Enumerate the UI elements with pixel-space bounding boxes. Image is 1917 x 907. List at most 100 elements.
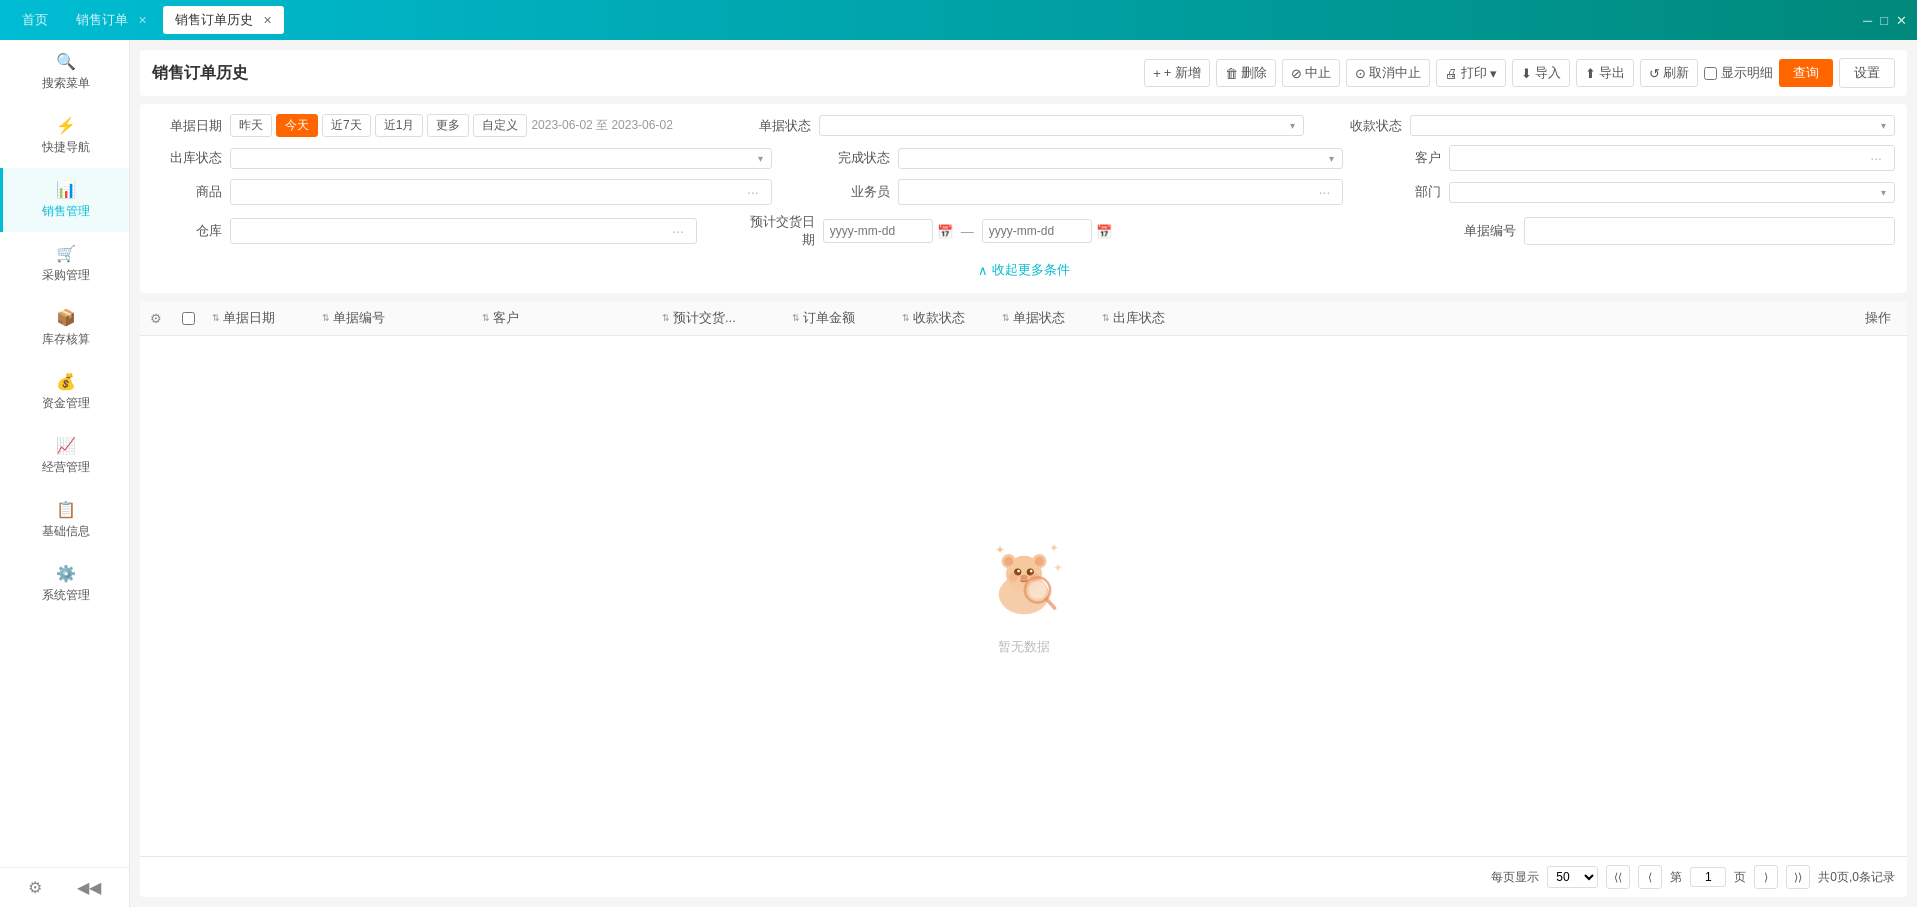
sidebar-item-quick-nav-label: 快捷导航	[42, 139, 90, 156]
department-arrow: ▾	[1881, 187, 1886, 198]
th-warehouse-status: ⇅ 出库状态	[1094, 309, 1194, 327]
add-button[interactable]: + + 新增	[1144, 59, 1210, 87]
sort-icon-customer[interactable]: ⇅	[482, 313, 490, 323]
query-button[interactable]: 查询	[1779, 59, 1833, 87]
voucher-status-select[interactable]: ▾	[819, 115, 1304, 136]
settings-button[interactable]: 设置	[1839, 58, 1895, 88]
date-more-btn[interactable]: 更多	[427, 114, 469, 137]
maximize-icon[interactable]: □	[1880, 13, 1888, 28]
collapse-button[interactable]: ∧ 收起更多条件	[978, 257, 1070, 283]
salesperson-select-btn[interactable]: ···	[1315, 184, 1335, 200]
expected-delivery-to-input[interactable]	[982, 219, 1092, 243]
th-order-status: ⇅ 单据状态	[994, 309, 1094, 327]
tab-home[interactable]: 首页	[10, 6, 60, 34]
page-label: 页	[1734, 869, 1746, 886]
display-detail-checkbox[interactable]: 显示明细	[1704, 64, 1773, 82]
basic-info-icon: 📋	[56, 500, 76, 519]
th-settings: ⚙	[140, 311, 172, 326]
sort-icon[interactable]: ⇅	[212, 313, 220, 323]
import-button[interactable]: ⬇ 导入	[1512, 59, 1570, 87]
sidebar-item-sales-mgmt[interactable]: 📊 销售管理	[0, 168, 129, 232]
refresh-button[interactable]: ↺ 刷新	[1640, 59, 1698, 87]
th-date: ⇅ 单据日期	[204, 309, 314, 327]
calendar-from-icon[interactable]: 📅	[937, 224, 953, 239]
main-layout: 🔍 搜索菜单 ⚡ 快捷导航 📊 销售管理 🛒 采购管理 📦 库存核算 💰 资金管…	[0, 40, 1917, 907]
sidebar-item-purchase-mgmt-label: 采购管理	[42, 267, 90, 284]
sidebar-item-quick-nav[interactable]: ⚡ 快捷导航	[0, 104, 129, 168]
date-custom-btn[interactable]: 自定义	[473, 114, 527, 137]
sidebar-item-purchase-mgmt[interactable]: 🛒 采购管理	[0, 232, 129, 296]
per-page-select[interactable]: 20 50 100 200	[1547, 866, 1598, 888]
print-button[interactable]: 🖨 打印 ▾	[1436, 59, 1506, 87]
tab-sales-order-history[interactable]: 销售订单历史 ✕	[163, 6, 284, 34]
tab-sales-order-history-close[interactable]: ✕	[263, 14, 272, 27]
product-select-btn[interactable]: ···	[743, 184, 763, 200]
tab-home-label: 首页	[22, 11, 48, 29]
calendar-to-icon[interactable]: 📅	[1096, 224, 1112, 239]
sidebar-item-inventory-label: 库存核算	[42, 331, 90, 348]
warehouse-select-btn[interactable]: ···	[668, 223, 688, 239]
date-yesterday-btn[interactable]: 昨天	[230, 114, 272, 137]
content-area: 销售订单历史 + + 新增 🗑 删除 ⊘ 中止 ⊙ 取消中止	[130, 40, 1917, 907]
display-detail-input[interactable]	[1704, 67, 1717, 80]
customer-select-btn[interactable]: ···	[1866, 150, 1886, 166]
svg-text:✦: ✦	[1052, 561, 1062, 574]
prev-page-btn[interactable]: ⟨	[1638, 865, 1662, 889]
voucher-date-label: 单据日期	[152, 117, 222, 135]
tab-sales-order[interactable]: 销售订单 ✕	[64, 6, 159, 34]
department-select[interactable]: ▾	[1449, 182, 1895, 203]
tab-sales-order-close[interactable]: ✕	[138, 14, 147, 27]
delivery-status-select[interactable]: ▾	[230, 148, 772, 169]
table-settings-icon[interactable]: ⚙	[150, 311, 162, 326]
sort-icon-delivery[interactable]: ⇅	[662, 313, 670, 323]
warehouse-label: 仓库	[152, 222, 222, 240]
next-page-btn[interactable]: ⟩	[1754, 865, 1778, 889]
svg-point-4	[1004, 557, 1013, 566]
sidebar-item-inventory[interactable]: 📦 库存核算	[0, 296, 129, 360]
th-amount: ⇅ 订单金额	[784, 309, 894, 327]
page-text: 第	[1670, 869, 1682, 886]
volume-icon[interactable]: ◀◀	[77, 878, 101, 897]
sort-icon-order[interactable]: ⇅	[1002, 313, 1010, 323]
date-today-btn[interactable]: 今天	[276, 114, 318, 137]
empty-text: 暂无数据	[998, 638, 1050, 656]
sort-icon-no[interactable]: ⇅	[322, 313, 330, 323]
expected-delivery-from-input[interactable]	[823, 219, 933, 243]
sort-icon-payment[interactable]: ⇅	[902, 313, 910, 323]
completion-status-select[interactable]: ▾	[898, 148, 1344, 169]
date-7days-btn[interactable]: 近7天	[322, 114, 371, 137]
stop-button[interactable]: ⊘ 中止	[1282, 59, 1340, 87]
close-icon[interactable]: ✕	[1896, 13, 1907, 28]
sidebar-item-capital-label: 资金管理	[42, 395, 90, 412]
settings-icon[interactable]: ⚙	[28, 878, 42, 897]
sort-icon-warehouse[interactable]: ⇅	[1102, 313, 1110, 323]
last-page-btn[interactable]: ⟩⟩	[1786, 865, 1810, 889]
sidebar-item-operations[interactable]: 📈 经营管理	[0, 424, 129, 488]
select-all-checkbox[interactable]	[182, 312, 195, 325]
sidebar-item-sys-mgmt[interactable]: ⚙️ 系统管理	[0, 552, 129, 616]
print-arrow-icon: ▾	[1490, 66, 1497, 81]
completion-status-label: 完成状态	[820, 149, 890, 167]
export-button[interactable]: ⬆ 导出	[1576, 59, 1634, 87]
sidebar-item-capital[interactable]: 💰 资金管理	[0, 360, 129, 424]
expected-delivery-to: 📅	[982, 219, 1112, 243]
cancel-stop-button[interactable]: ⊙ 取消中止	[1346, 59, 1430, 87]
payment-status-select[interactable]: ▾	[1410, 115, 1895, 136]
minimize-icon[interactable]: ─	[1863, 13, 1872, 28]
delete-button[interactable]: 🗑 删除	[1216, 59, 1276, 87]
th-operation: 操作	[1194, 309, 1907, 327]
svg-line-15	[1046, 599, 1054, 608]
page-title: 销售订单历史	[152, 63, 248, 84]
voucher-status-label: 单据状态	[741, 117, 811, 135]
sidebar-item-search-menu[interactable]: 🔍 搜索菜单	[0, 40, 129, 104]
page-input[interactable]	[1690, 867, 1726, 887]
empty-illustration: ✦ ✦ ✦	[979, 536, 1069, 626]
first-page-btn[interactable]: ⟨⟨	[1606, 865, 1630, 889]
inventory-icon: 📦	[56, 308, 76, 327]
table-area: ⚙ ⇅ 单据日期 ⇅ 单据编号 ⇅ 客户 ⇅	[140, 301, 1907, 897]
sidebar-item-basic-info[interactable]: 📋 基础信息	[0, 488, 129, 552]
delivery-status-arrow: ▾	[758, 153, 763, 164]
date-1month-btn[interactable]: 近1月	[375, 114, 424, 137]
sort-icon-amount[interactable]: ⇅	[792, 313, 800, 323]
th-delivery: ⇅ 预计交货...	[654, 309, 784, 327]
